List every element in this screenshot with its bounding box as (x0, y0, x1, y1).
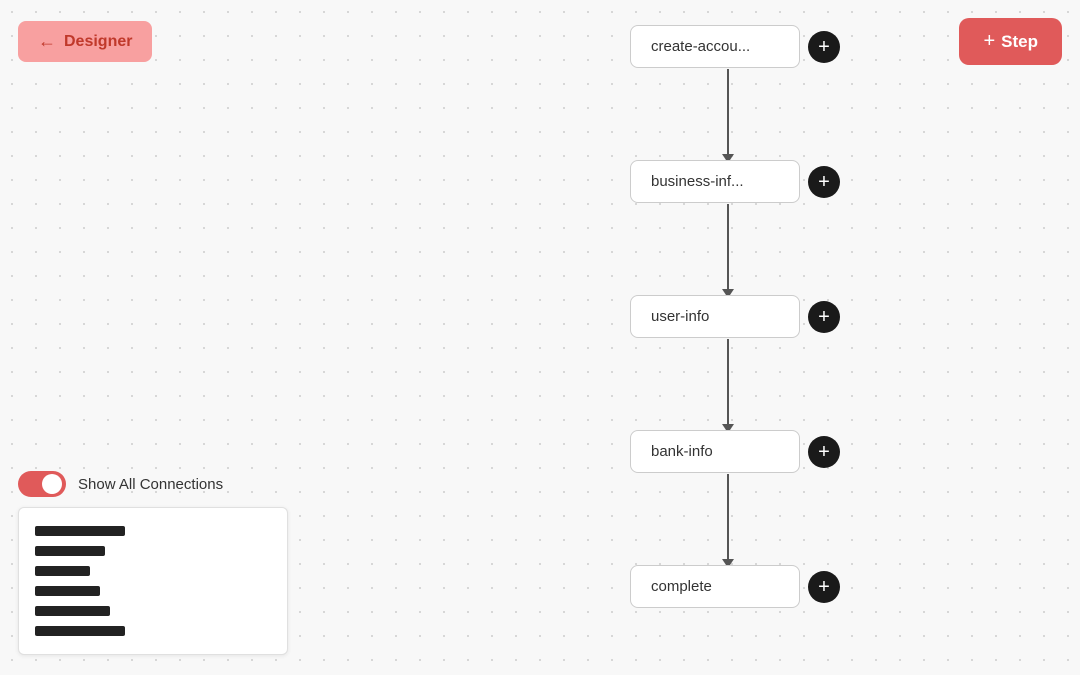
node-label-2: business-inf... (651, 173, 744, 190)
mini-panel (18, 507, 288, 655)
add-button-5[interactable]: + (808, 571, 840, 603)
node-label-4: bank-info (651, 443, 713, 460)
mini-bar-1 (35, 526, 125, 536)
flow-node-complete[interactable]: complete (630, 565, 800, 608)
node-label-5: complete (651, 578, 712, 595)
flow-node-wrapper-5: complete + (630, 565, 840, 608)
plus-icon-4: + (818, 442, 830, 462)
plus-icon-3: + (818, 307, 830, 327)
designer-label: Designer (64, 33, 132, 51)
add-button-4[interactable]: + (808, 436, 840, 468)
plus-icon: + (983, 30, 995, 53)
canvas: ← Designer + Step create-accou... + busi… (0, 0, 1080, 675)
bottom-left-panel: Show All Connections (18, 471, 288, 655)
arrow-left-icon: ← (38, 31, 56, 52)
toggle-track (18, 471, 66, 497)
mini-bar-4 (35, 586, 100, 596)
add-step-button[interactable]: + Step (959, 18, 1062, 65)
flow-node-wrapper-3: user-info + (630, 295, 840, 338)
flow-node-user-info[interactable]: user-info (630, 295, 800, 338)
mini-bar-6 (35, 626, 125, 636)
mini-bar-2 (35, 546, 105, 556)
show-connections-toggle[interactable] (18, 471, 66, 497)
add-button-3[interactable]: + (808, 301, 840, 333)
node-label-3: user-info (651, 308, 709, 325)
mini-bar-3 (35, 566, 90, 576)
top-bar: ← Designer + Step (18, 18, 1062, 65)
flow-node-wrapper-2: business-inf... + (630, 160, 840, 203)
flow-node-bank-info[interactable]: bank-info (630, 430, 800, 473)
show-connections-label: Show All Connections (78, 476, 223, 493)
plus-icon-2: + (818, 172, 830, 192)
designer-button[interactable]: ← Designer (18, 21, 152, 62)
flow-node-wrapper-4: bank-info + (630, 430, 840, 473)
mini-bar-5 (35, 606, 110, 616)
add-button-2[interactable]: + (808, 166, 840, 198)
flow-node-business-info[interactable]: business-inf... (630, 160, 800, 203)
plus-icon-5: + (818, 577, 830, 597)
step-label: Step (1001, 32, 1038, 52)
show-connections-row: Show All Connections (18, 471, 288, 497)
toggle-thumb (42, 474, 62, 494)
